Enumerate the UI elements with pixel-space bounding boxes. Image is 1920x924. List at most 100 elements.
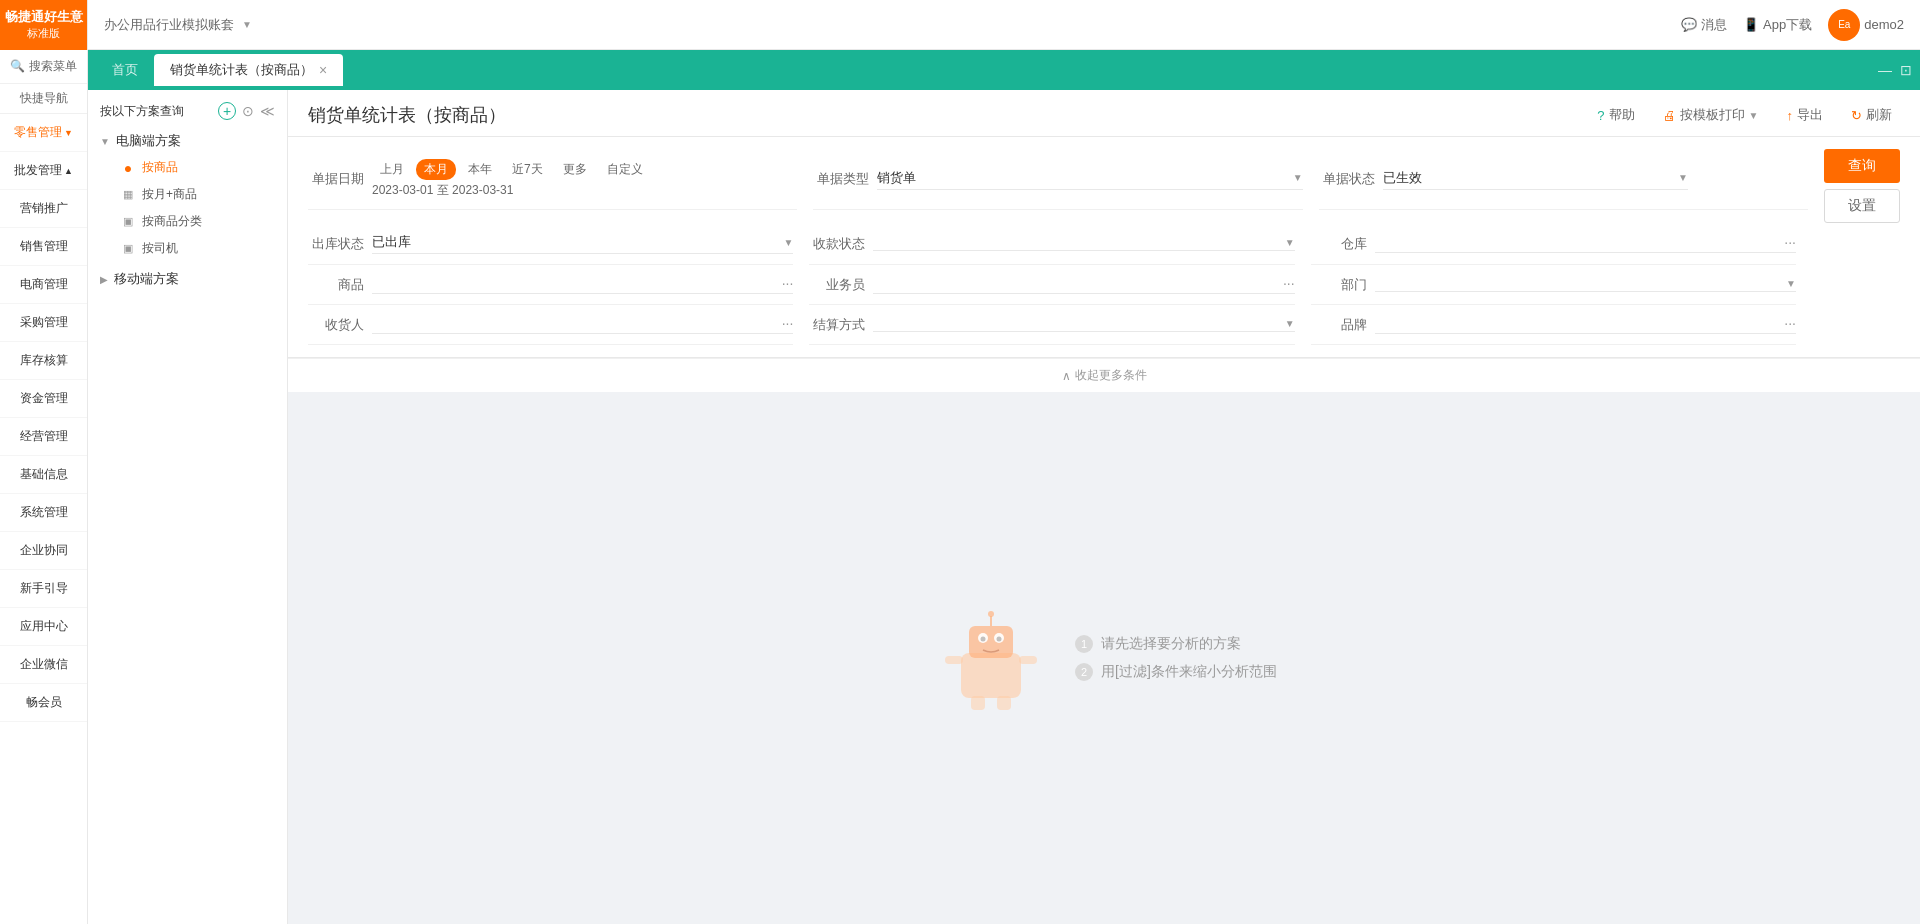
sidebar-item-wholesale[interactable]: 批发管理 ▲ xyxy=(0,152,87,190)
query-button[interactable]: 查询 xyxy=(1824,149,1900,183)
tree-item-by-category[interactable]: ▣ 按商品分类 xyxy=(88,208,287,235)
filter-wrapper: 销货单统计表（按商品） ? 帮助 🖨 按模板打印 ▼ ↑ xyxy=(288,90,1920,392)
export-icon: ↑ xyxy=(1787,108,1794,123)
search-menu[interactable]: 🔍 搜索菜单 xyxy=(0,50,87,84)
tab-maximize-icon[interactable]: ⊡ xyxy=(1900,62,1912,78)
empty-hints: 1 请先选择要分析的方案 2 用[过滤]条件来缩小分析范围 xyxy=(1075,635,1277,681)
sidebar-item-newbie[interactable]: 新手引导 xyxy=(0,570,87,608)
tree-item-by-product[interactable]: ● 按商品 xyxy=(88,154,287,181)
print-dropdown-icon[interactable]: ▼ xyxy=(1749,110,1759,121)
warehouse-label: 仓库 xyxy=(1311,235,1367,253)
tab-close-btn[interactable]: × xyxy=(319,62,327,78)
quick-nav[interactable]: 快捷导航 xyxy=(0,84,87,114)
user-profile[interactable]: Ea demo2 xyxy=(1828,9,1904,41)
sidebar-item-marketing[interactable]: 营销推广 xyxy=(0,190,87,228)
sidebar-label-system: 系统管理 xyxy=(20,504,68,521)
sidebar-item-purchase[interactable]: 采购管理 xyxy=(0,304,87,342)
app-download-btn[interactable]: 📱 App下载 xyxy=(1743,16,1812,34)
doc-type-select[interactable]: 销货单 ▼ xyxy=(877,169,1302,190)
collapse-icon: ∧ xyxy=(1062,369,1071,383)
date-btn-this-month[interactable]: 本月 xyxy=(416,159,456,180)
date-filter-cell: 单据日期 上月 本月 本年 近7天 更多 自定义 xyxy=(308,149,797,210)
sidebar-label-sales: 销售管理 xyxy=(20,238,68,255)
help-label: 帮助 xyxy=(1609,106,1635,124)
sidebar-label-purchase: 采购管理 xyxy=(20,314,68,331)
help-btn[interactable]: ? 帮助 xyxy=(1589,102,1642,128)
settings-button[interactable]: 设置 xyxy=(1824,189,1900,223)
product-cell: 商品 ··· xyxy=(308,265,793,305)
tree-arrow-right-icon: ▶ xyxy=(100,274,108,285)
month-product-scheme-icon: ▦ xyxy=(120,187,136,203)
warehouse-dots[interactable]: ··· xyxy=(1784,234,1796,250)
brand-dots[interactable]: ··· xyxy=(1784,315,1796,331)
product-dots[interactable]: ··· xyxy=(782,275,794,291)
date-btn-more[interactable]: 更多 xyxy=(555,159,595,180)
refresh-btn[interactable]: ↻ 刷新 xyxy=(1843,102,1900,128)
doc-status-label: 单据状态 xyxy=(1319,170,1375,188)
tree-mobile-label: 移动端方案 xyxy=(114,270,179,288)
recipient-dots[interactable]: ··· xyxy=(782,315,794,331)
edit-scheme-icon[interactable]: ⊙ xyxy=(242,103,254,119)
sidebar-item-operations[interactable]: 经营管理 xyxy=(0,418,87,456)
date-btn-last-month[interactable]: 上月 xyxy=(372,159,412,180)
tree-item-cashier-label: 按司机 xyxy=(142,240,178,257)
empty-hint-2: 2 用[过滤]条件来缩小分析范围 xyxy=(1075,663,1277,681)
export-label: 导出 xyxy=(1797,106,1823,124)
main-area: 办公用品行业模拟账套 ▼ 💬 消息 📱 App下载 Ea demo2 首页 xyxy=(88,0,1920,924)
doc-status-value: 已生效 xyxy=(1383,169,1422,187)
doc-status-select[interactable]: 已生效 ▼ xyxy=(1383,169,1688,190)
sidebar-item-inventory[interactable]: 库存核算 xyxy=(0,342,87,380)
svg-rect-9 xyxy=(1019,656,1037,664)
sidebar-item-basics[interactable]: 基础信息 xyxy=(0,456,87,494)
sidebar: 畅捷通好生意 标准版 🔍 搜索菜单 快捷导航 零售管理 ▼ 批发管理 ▲ 营销推… xyxy=(0,0,88,924)
tab-active-label: 销货单统计表（按商品） xyxy=(170,61,313,79)
empty-state: 1 请先选择要分析的方案 2 用[过滤]条件来缩小分析范围 xyxy=(288,392,1920,924)
add-scheme-icon[interactable]: + xyxy=(218,102,236,120)
sidebar-item-sales[interactable]: 销售管理 xyxy=(0,228,87,266)
tree-mobile-parent[interactable]: ▶ 移动端方案 xyxy=(88,266,287,292)
tab-home[interactable]: 首页 xyxy=(96,54,154,86)
stock-status-select[interactable]: 已出库 ▼ xyxy=(372,233,793,254)
sidebar-item-finance[interactable]: 资金管理 xyxy=(0,380,87,418)
date-btn-custom[interactable]: 自定义 xyxy=(599,159,651,180)
sidebar-item-enterprise[interactable]: 企业协同 xyxy=(0,532,87,570)
doc-type-filter-cell: 单据类型 销货单 ▼ xyxy=(813,149,1302,210)
svg-point-5 xyxy=(997,637,1002,642)
export-btn[interactable]: ↑ 导出 xyxy=(1779,102,1832,128)
tree-desktop-parent[interactable]: ▼ 电脑端方案 xyxy=(88,128,287,154)
header-right: 💬 消息 📱 App下载 Ea demo2 xyxy=(1681,9,1904,41)
date-btn-this-year[interactable]: 本年 xyxy=(460,159,500,180)
dropdown-arrow-icon[interactable]: ▼ xyxy=(242,19,252,30)
department-select[interactable]: ▼ xyxy=(1375,278,1796,292)
collapse-label: 收起更多条件 xyxy=(1075,367,1147,384)
sidebar-item-ecommerce[interactable]: 电商管理 xyxy=(0,266,87,304)
sidebar-label-enterprise: 企业协同 xyxy=(20,542,68,559)
collapse-more-btn[interactable]: ∧ 收起更多条件 xyxy=(288,358,1920,392)
sidebar-item-wechat[interactable]: 企业微信 xyxy=(0,646,87,684)
sidebar-label-member: 畅会员 xyxy=(26,694,62,711)
print-btn[interactable]: 🖨 按模板打印 ▼ xyxy=(1655,102,1767,128)
page-header: 销货单统计表（按商品） ? 帮助 🖨 按模板打印 ▼ ↑ xyxy=(288,90,1920,137)
payment-select[interactable]: ▼ xyxy=(873,237,1294,251)
salesperson-dots[interactable]: ··· xyxy=(1283,275,1295,291)
payment-method-select[interactable]: ▼ xyxy=(873,318,1294,332)
message-label: 消息 xyxy=(1701,16,1727,34)
industry-label: 办公用品行业模拟账套 xyxy=(104,16,234,34)
sidebar-item-system[interactable]: 系统管理 xyxy=(0,494,87,532)
content-area: 按以下方案查询 + ⊙ ≪ ▼ 电脑端方案 ● 按商品 ▦ 按月+商品 xyxy=(88,90,1920,924)
sidebar-item-appcenter[interactable]: 应用中心 xyxy=(0,608,87,646)
collapse-panel-icon[interactable]: ≪ xyxy=(260,103,275,119)
sidebar-item-member[interactable]: 畅会员 xyxy=(0,684,87,722)
doc-type-arrow-icon: ▼ xyxy=(1293,172,1303,183)
sidebar-item-retail[interactable]: 零售管理 ▼ xyxy=(0,114,87,152)
tree-item-by-cashier[interactable]: ▣ 按司机 xyxy=(88,235,287,262)
tree-item-by-month-product[interactable]: ▦ 按月+商品 xyxy=(88,181,287,208)
tab-active[interactable]: 销货单统计表（按商品） × xyxy=(154,54,343,86)
svg-rect-0 xyxy=(961,653,1021,698)
payment-method-label: 结算方式 xyxy=(809,316,865,334)
date-btn-last-7days[interactable]: 近7天 xyxy=(504,159,551,180)
message-btn[interactable]: 💬 消息 xyxy=(1681,16,1727,34)
payment-method-cell: 结算方式 ▼ xyxy=(809,305,1294,345)
search-icon: 🔍 xyxy=(10,59,25,73)
tab-minimize-icon[interactable]: — xyxy=(1878,62,1892,78)
